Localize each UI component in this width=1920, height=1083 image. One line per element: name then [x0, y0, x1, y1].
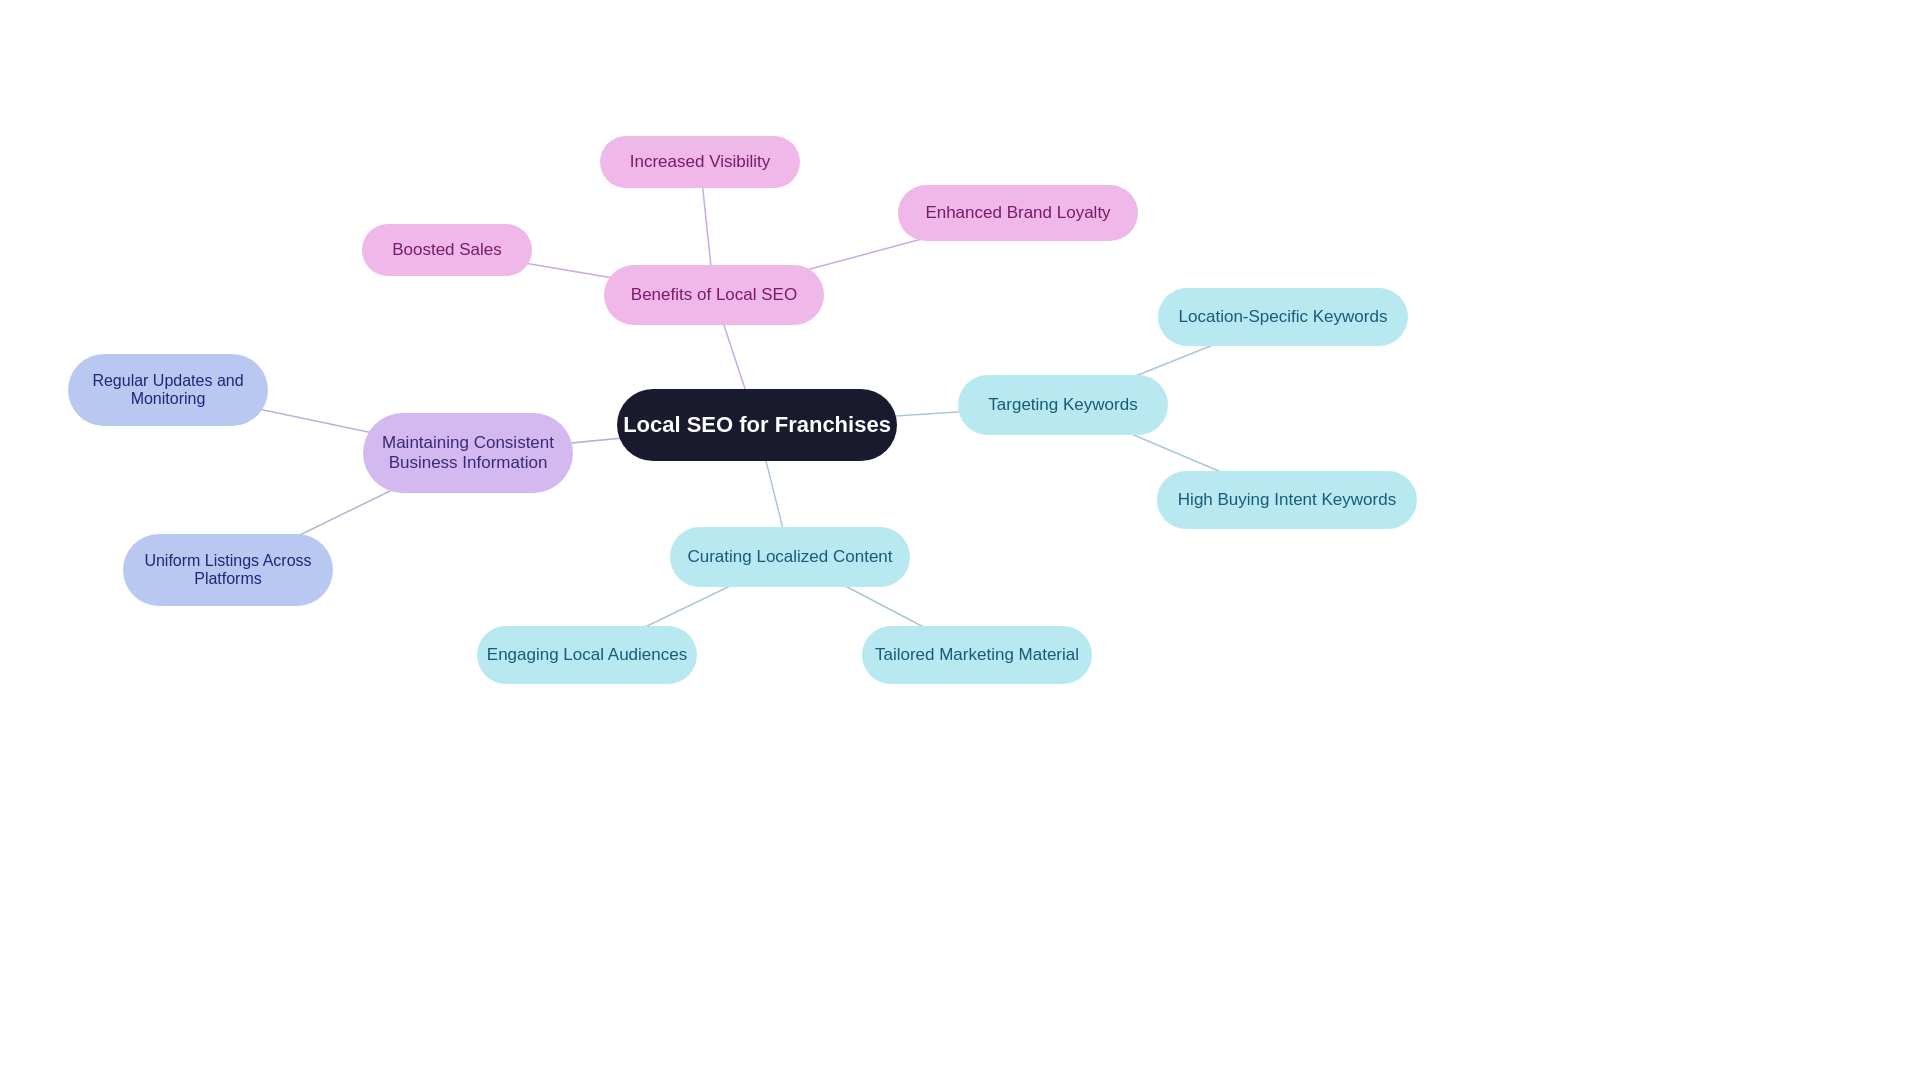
high-buying-node: High Buying Intent Keywords [1157, 471, 1417, 529]
boosted-sales-node: Boosted Sales [362, 224, 532, 276]
benefits-label: Benefits of Local SEO [631, 285, 797, 305]
benefits-node: Benefits of Local SEO [604, 265, 824, 325]
tailored-node: Tailored Marketing Material [862, 626, 1092, 684]
location-specific-label: Location-Specific Keywords [1179, 307, 1388, 327]
regular-updates-label: Regular Updates and Monitoring [68, 372, 268, 408]
tailored-label: Tailored Marketing Material [875, 645, 1079, 665]
targeting-label: Targeting Keywords [988, 395, 1137, 415]
high-buying-label: High Buying Intent Keywords [1178, 490, 1396, 510]
curating-node: Curating Localized Content [670, 527, 910, 587]
engaging-node: Engaging Local Audiences [477, 626, 697, 684]
location-specific-node: Location-Specific Keywords [1158, 288, 1408, 346]
center-label: Local SEO for Franchises [623, 412, 891, 438]
boosted-sales-label: Boosted Sales [392, 240, 502, 260]
maintaining-node: Maintaining Consistent Business Informat… [363, 413, 573, 493]
regular-updates-node: Regular Updates and Monitoring [68, 354, 268, 426]
enhanced-brand-label: Enhanced Brand Loyalty [925, 203, 1110, 223]
engaging-label: Engaging Local Audiences [487, 645, 687, 665]
center-node: Local SEO for Franchises [617, 389, 897, 461]
increased-visibility-label: Increased Visibility [630, 152, 770, 172]
maintaining-label: Maintaining Consistent Business Informat… [363, 433, 573, 473]
increased-visibility-node: Increased Visibility [600, 136, 800, 188]
uniform-listings-label: Uniform Listings Across Platforms [123, 552, 333, 588]
uniform-listings-node: Uniform Listings Across Platforms [123, 534, 333, 606]
enhanced-brand-node: Enhanced Brand Loyalty [898, 185, 1138, 241]
targeting-node: Targeting Keywords [958, 375, 1168, 435]
curating-label: Curating Localized Content [687, 547, 892, 567]
